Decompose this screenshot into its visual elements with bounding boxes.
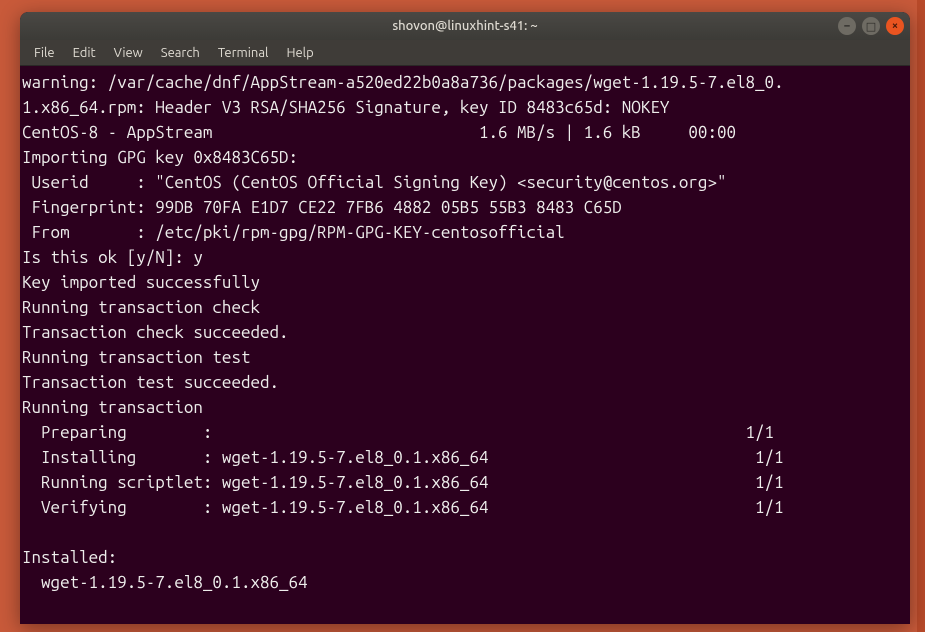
menu-file[interactable]: File <box>26 43 63 63</box>
menu-edit[interactable]: Edit <box>65 43 104 63</box>
terminal-line: Key imported successfully <box>22 273 260 292</box>
terminal-line: wget-1.19.5-7.el8_0.1.x86_64 <box>22 573 308 592</box>
window-controls: – □ × <box>838 17 904 35</box>
close-button[interactable]: × <box>886 17 904 35</box>
menu-help[interactable]: Help <box>278 43 321 63</box>
terminal-line: Importing GPG key 0x8483C65D: <box>22 148 298 167</box>
close-icon: × <box>892 20 898 32</box>
terminal-window: shovon@linuxhint-s41: ~ – □ × File Edit … <box>20 12 910 624</box>
terminal-line: Transaction test succeeded. <box>22 373 279 392</box>
maximize-icon: □ <box>866 20 876 33</box>
terminal-line: Userid : "CentOS (CentOS Official Signin… <box>22 173 726 192</box>
terminal-line: Running transaction test <box>22 348 250 367</box>
minimize-button[interactable]: – <box>838 17 856 35</box>
menu-search[interactable]: Search <box>153 43 208 63</box>
terminal-line: Installing : wget-1.19.5-7.el8_0.1.x86_6… <box>22 448 784 467</box>
terminal-line: CentOS-8 - AppStream 1.6 MB/s | 1.6 kB 0… <box>22 123 736 142</box>
menubar: File Edit View Search Terminal Help <box>20 40 910 66</box>
terminal-line: Preparing : 1/1 <box>22 423 774 442</box>
terminal-output[interactable]: warning: /var/cache/dnf/AppStream-a520ed… <box>20 66 910 624</box>
menu-terminal[interactable]: Terminal <box>210 43 277 63</box>
menu-view[interactable]: View <box>106 43 151 63</box>
terminal-line: Is this ok [y/N]: y <box>22 248 203 267</box>
window-title: shovon@linuxhint-s41: ~ <box>392 19 537 33</box>
terminal-line: Running scriptlet: wget-1.19.5-7.el8_0.1… <box>22 473 784 492</box>
terminal-line: 1.x86_64.rpm: Header V3 RSA/SHA256 Signa… <box>22 98 669 117</box>
terminal-line: Fingerprint: 99DB 70FA E1D7 CE22 7FB6 48… <box>22 198 622 217</box>
terminal-line: Verifying : wget-1.19.5-7.el8_0.1.x86_64… <box>22 498 784 517</box>
terminal-line: Running transaction check <box>22 298 260 317</box>
titlebar[interactable]: shovon@linuxhint-s41: ~ – □ × <box>20 12 910 40</box>
terminal-line: From : /etc/pki/rpm-gpg/RPM-GPG-KEY-cent… <box>22 223 565 242</box>
terminal-line: warning: /var/cache/dnf/AppStream-a520ed… <box>22 73 784 92</box>
terminal-line: Running transaction <box>22 398 203 417</box>
maximize-button[interactable]: □ <box>862 17 880 35</box>
minimize-icon: – <box>844 20 850 32</box>
terminal-line: Transaction check succeeded. <box>22 323 289 342</box>
desktop-edge <box>917 0 925 632</box>
terminal-line: Installed: <box>22 548 117 567</box>
terminal-line: Complete! <box>22 623 108 624</box>
